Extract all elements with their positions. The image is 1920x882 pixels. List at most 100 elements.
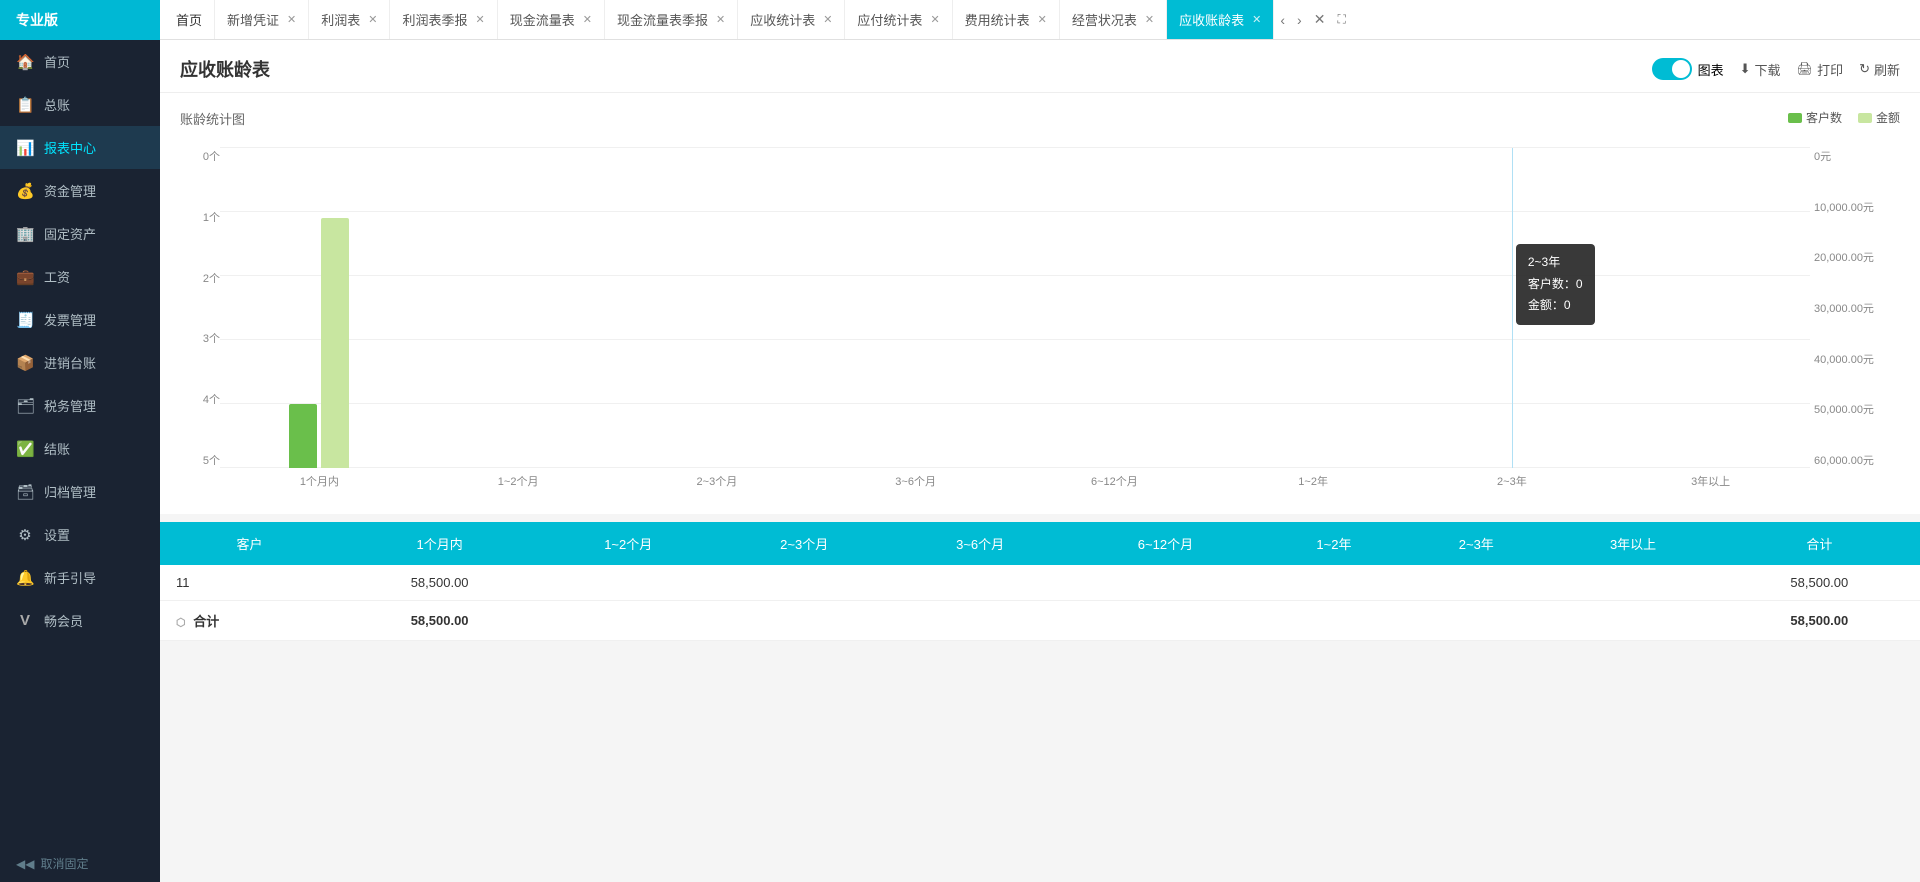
sidebar-item-stock[interactable]: 📦 进销台账 — [0, 341, 160, 384]
invoice-icon: 🧾 — [16, 311, 34, 329]
col-total: 合计 — [1719, 522, 1920, 565]
tab-cashflow-quarter-label: 现金流量表季报 — [617, 10, 708, 29]
tab-profit-label: 利润表 — [321, 10, 360, 29]
sidebar-item-member[interactable]: V 畅会员 — [0, 599, 160, 642]
tab-receivable[interactable]: 应收统计表 ✕ — [738, 0, 845, 40]
sidebar-item-closing[interactable]: ✅ 结账 — [0, 427, 160, 470]
legend-customer-label: 客户数 — [1806, 109, 1842, 126]
sidebar-item-home[interactable]: 🏠 首页 — [0, 40, 160, 83]
main-area: 首页 新增凭证 ✕ 利润表 ✕ 利润表季报 ✕ 现金流量表 ✕ 现金流量表季报 … — [160, 0, 1920, 882]
y-left-2: 2个 — [180, 270, 220, 286]
y-right-3: 30,000.00元 — [1810, 300, 1900, 316]
sidebar-item-assets[interactable]: 🏢 固定资产 — [0, 212, 160, 255]
tab-expense[interactable]: 费用统计表 ✕ — [953, 0, 1060, 40]
unpin-label: 取消固定 — [40, 855, 88, 872]
sidebar-item-tax[interactable]: 🗂 税务管理 — [0, 384, 160, 427]
member-icon: V — [16, 612, 34, 629]
col-m12: 1~2个月 — [540, 522, 716, 565]
tab-business-close[interactable]: ✕ — [1145, 13, 1154, 26]
tax-icon: 🗂 — [16, 397, 34, 415]
bar-group-5 — [1214, 148, 1413, 468]
chart-legend: 客户数 金额 — [1788, 109, 1900, 126]
sidebar-item-archive[interactable]: 🗃 归档管理 — [0, 470, 160, 513]
cell-customer: 11 — [160, 565, 339, 601]
tab-aging[interactable]: 应收账龄表 ✕ — [1167, 0, 1274, 40]
tab-voucher-close[interactable]: ✕ — [287, 13, 296, 26]
chart-body: 1个月内 1~2个月 2~3个月 3~6个月 6~12个月 1~2年 2~3年 … — [220, 138, 1810, 498]
tab-cashflow-quarter-close[interactable]: ✕ — [716, 13, 725, 26]
tab-bar: 首页 新增凭证 ✕ 利润表 ✕ 利润表季报 ✕ 现金流量表 ✕ 现金流量表季报 … — [160, 0, 1920, 40]
total-text: 合计 — [193, 614, 219, 629]
chart-container: 5个 4个 3个 2个 1个 0个 — [180, 138, 1900, 498]
bar-group-0 — [220, 148, 419, 468]
col-m36: 3~6个月 — [892, 522, 1068, 565]
refresh-button[interactable]: ↻ 刷新 — [1859, 60, 1900, 79]
chart-toggle[interactable] — [1652, 58, 1692, 80]
page-title: 应收账龄表 — [180, 56, 270, 82]
download-button[interactable]: ⬇ 下载 — [1740, 60, 1781, 79]
cell-y23 — [1405, 565, 1547, 601]
tab-expense-close[interactable]: ✕ — [1038, 13, 1047, 26]
tab-prev-button[interactable]: ‹ — [1274, 0, 1291, 40]
tab-home[interactable]: 首页 — [164, 0, 215, 40]
tab-home-label: 首页 — [176, 10, 202, 29]
cell-y12 — [1263, 565, 1405, 601]
tab-aging-close[interactable]: ✕ — [1252, 13, 1261, 26]
tab-payable-close[interactable]: ✕ — [930, 13, 939, 26]
sidebar-item-ledger[interactable]: 📋 总账 — [0, 83, 160, 126]
sidebar-item-guide[interactable]: 🔔 新手引导 — [0, 556, 160, 599]
tab-cashflow[interactable]: 现金流量表 ✕ — [498, 0, 605, 40]
tab-profit-close[interactable]: ✕ — [368, 13, 377, 26]
tab-profit[interactable]: 利润表 ✕ — [309, 0, 390, 40]
cell-total: 58,500.00 — [1719, 565, 1920, 601]
sidebar-item-label: 畅会员 — [44, 611, 83, 630]
col-m23: 2~3个月 — [716, 522, 892, 565]
tab-payable[interactable]: 应付统计表 ✕ — [845, 0, 952, 40]
sidebar-logo: 专业版 — [0, 0, 160, 40]
tab-expand-button[interactable]: ⛶ — [1331, 0, 1351, 40]
sidebar-item-salary[interactable]: 💼 工资 — [0, 255, 160, 298]
sidebar-item-label: 资金管理 — [44, 181, 96, 200]
y-left-4: 4个 — [180, 391, 220, 407]
total-total: 58,500.00 — [1719, 601, 1920, 641]
total-m1: 58,500.00 — [339, 601, 540, 641]
table-total-row: ⬡ 合计 58,500.00 58,500.00 — [160, 601, 1920, 641]
tab-profit-quarter[interactable]: 利润表季报 ✕ — [390, 0, 497, 40]
col-y12: 1~2年 — [1263, 522, 1405, 565]
total-icon: ⬡ — [176, 617, 186, 629]
x-label-4: 6~12个月 — [1015, 473, 1214, 489]
tab-cashflow-quarter[interactable]: 现金流量表季报 ✕ — [605, 0, 738, 40]
chart-inner: 1个月内 1~2个月 2~3个月 3~6个月 6~12个月 1~2年 2~3年 … — [220, 148, 1810, 468]
x-label-2: 2~3个月 — [618, 473, 817, 489]
tab-cashflow-close[interactable]: ✕ — [583, 13, 592, 26]
print-button[interactable]: 🖨 打印 — [1797, 60, 1844, 79]
bar-customer-0 — [289, 404, 317, 468]
total-m36 — [892, 601, 1068, 641]
y-left-0: 0个 — [180, 148, 220, 164]
sidebar-item-funds[interactable]: 💰 资金管理 — [0, 169, 160, 212]
sidebar: 专业版 🏠 首页 📋 总账 📊 报表中心 💰 资金管理 🏢 固定资产 💼 工资 … — [0, 0, 160, 882]
header-actions: 图表 ⬇ 下载 🖨 打印 ↻ 刷新 — [1652, 58, 1900, 80]
y-right-2: 20,000.00元 — [1810, 249, 1900, 265]
sidebar-item-label: 税务管理 — [44, 396, 96, 415]
sidebar-item-invoice[interactable]: 🧾 发票管理 — [0, 298, 160, 341]
tab-expense-label: 费用统计表 — [965, 10, 1030, 29]
sidebar-item-settings[interactable]: ⚙ 设置 — [0, 513, 160, 556]
bar-group-1 — [419, 148, 618, 468]
unpin-button[interactable]: ◀◀ 取消固定 — [0, 845, 160, 882]
cell-y3plus — [1547, 565, 1718, 601]
tab-profit-quarter-close[interactable]: ✕ — [476, 13, 485, 26]
cell-m23 — [716, 565, 892, 601]
tab-close-all-button[interactable]: ✕ — [1308, 0, 1332, 40]
stock-icon: 📦 — [16, 354, 34, 372]
assets-icon: 🏢 — [16, 225, 34, 243]
tab-next-button[interactable]: › — [1291, 0, 1308, 40]
sidebar-item-label: 固定资产 — [44, 224, 96, 243]
legend-amount-color — [1858, 113, 1872, 123]
tab-business[interactable]: 经营状况表 ✕ — [1060, 0, 1167, 40]
chart-title: 账龄统计图 — [180, 109, 1900, 128]
total-y12 — [1263, 601, 1405, 641]
sidebar-item-reports[interactable]: 📊 报表中心 — [0, 126, 160, 169]
tab-voucher[interactable]: 新增凭证 ✕ — [215, 0, 309, 40]
tab-receivable-close[interactable]: ✕ — [823, 13, 832, 26]
